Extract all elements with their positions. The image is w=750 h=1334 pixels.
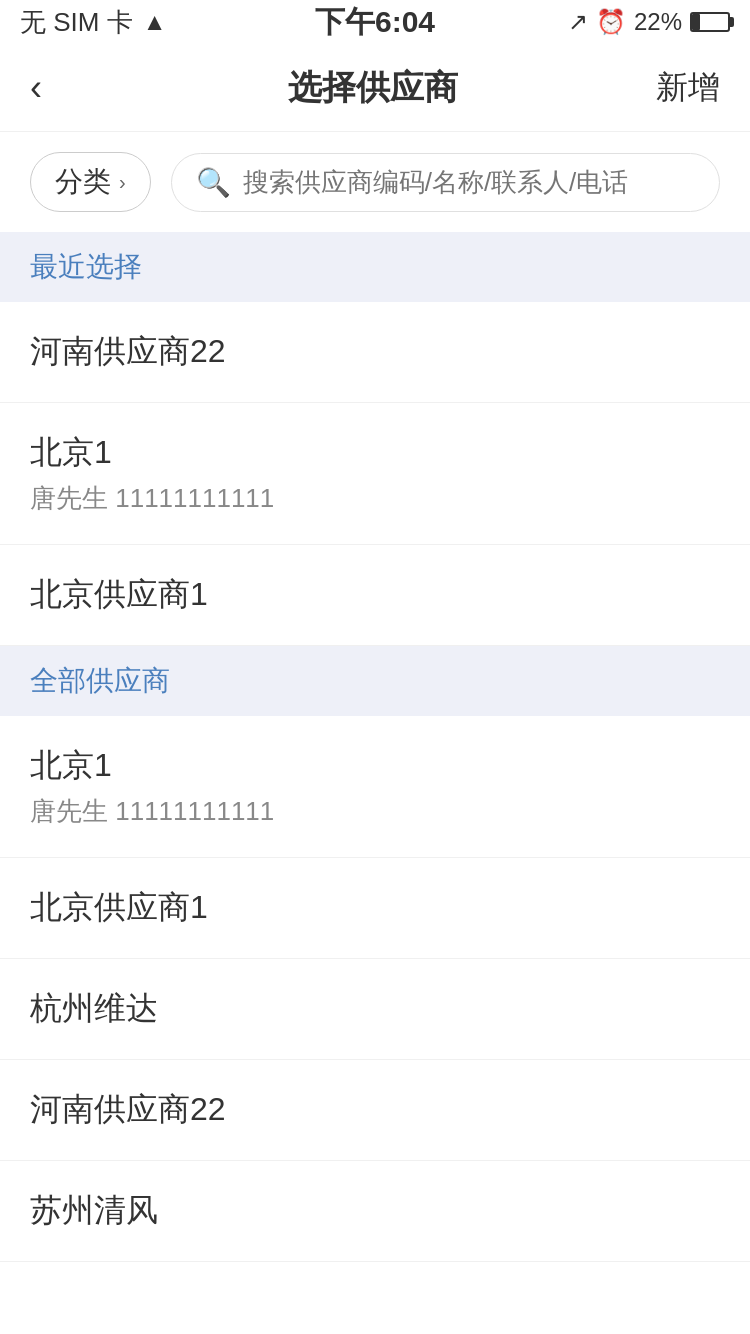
list-item[interactable]: 河南供应商22	[0, 302, 750, 403]
list-item[interactable]: 河南供应商22	[0, 1060, 750, 1161]
chevron-right-icon: ›	[119, 171, 126, 194]
status-right: ↗ ⏰ 22%	[568, 8, 730, 36]
list-item[interactable]: 北京供应商1	[0, 545, 750, 646]
list-item[interactable]: 杭州维达	[0, 959, 750, 1060]
add-button[interactable]: 新增	[656, 66, 720, 110]
list-item[interactable]: 北京1 唐先生 11111111111	[0, 716, 750, 858]
all-section-label: 全部供应商	[30, 665, 170, 696]
item-name: 杭州维达	[30, 987, 720, 1031]
alarm-icon: ⏰	[596, 8, 626, 36]
item-name: 北京供应商1	[30, 573, 720, 617]
item-name: 北京供应商1	[30, 886, 720, 930]
item-name: 苏州清风	[30, 1189, 720, 1233]
recent-items-list: 河南供应商22 北京1 唐先生 11111111111 北京供应商1	[0, 302, 750, 646]
recent-section-label: 最近选择	[30, 251, 142, 282]
all-section-header: 全部供应商	[0, 646, 750, 716]
item-name: 河南供应商22	[30, 1088, 720, 1132]
page-title: 选择供应商	[288, 65, 458, 111]
battery-icon	[690, 12, 730, 32]
item-name: 北京1	[30, 744, 720, 788]
list-item[interactable]: 北京供应商1	[0, 858, 750, 959]
status-bar: 无 SIM 卡 ▲ 下午6:04 ↗ ⏰ 22%	[0, 0, 750, 44]
status-left: 无 SIM 卡 ▲	[20, 5, 166, 40]
battery-text: 22%	[634, 8, 682, 36]
filter-bar: 分类 › 🔍	[0, 132, 750, 232]
search-box[interactable]: 🔍	[171, 153, 720, 212]
recent-section-header: 最近选择	[0, 232, 750, 302]
item-name: 河南供应商22	[30, 330, 720, 374]
status-time: 下午6:04	[315, 2, 435, 43]
nav-bar: ‹ 选择供应商 新增	[0, 44, 750, 132]
all-items-list: 北京1 唐先生 11111111111 北京供应商1 杭州维达河南供应商22 苏州清风	[0, 716, 750, 1262]
category-label: 分类	[55, 163, 111, 201]
list-item[interactable]: 北京1 唐先生 11111111111	[0, 403, 750, 545]
item-detail: 唐先生 11111111111	[30, 481, 720, 516]
back-button[interactable]: ‹	[30, 67, 90, 109]
search-icon: 🔍	[196, 166, 231, 199]
wifi-icon: ▲	[143, 8, 167, 36]
item-detail: 唐先生 11111111111	[30, 794, 720, 829]
location-icon: ↗	[568, 8, 588, 36]
item-name: 北京1	[30, 431, 720, 475]
search-input[interactable]	[243, 167, 695, 198]
list-item[interactable]: 苏州清风	[0, 1161, 750, 1262]
carrier-text: 无 SIM 卡	[20, 5, 133, 40]
category-button[interactable]: 分类 ›	[30, 152, 151, 212]
